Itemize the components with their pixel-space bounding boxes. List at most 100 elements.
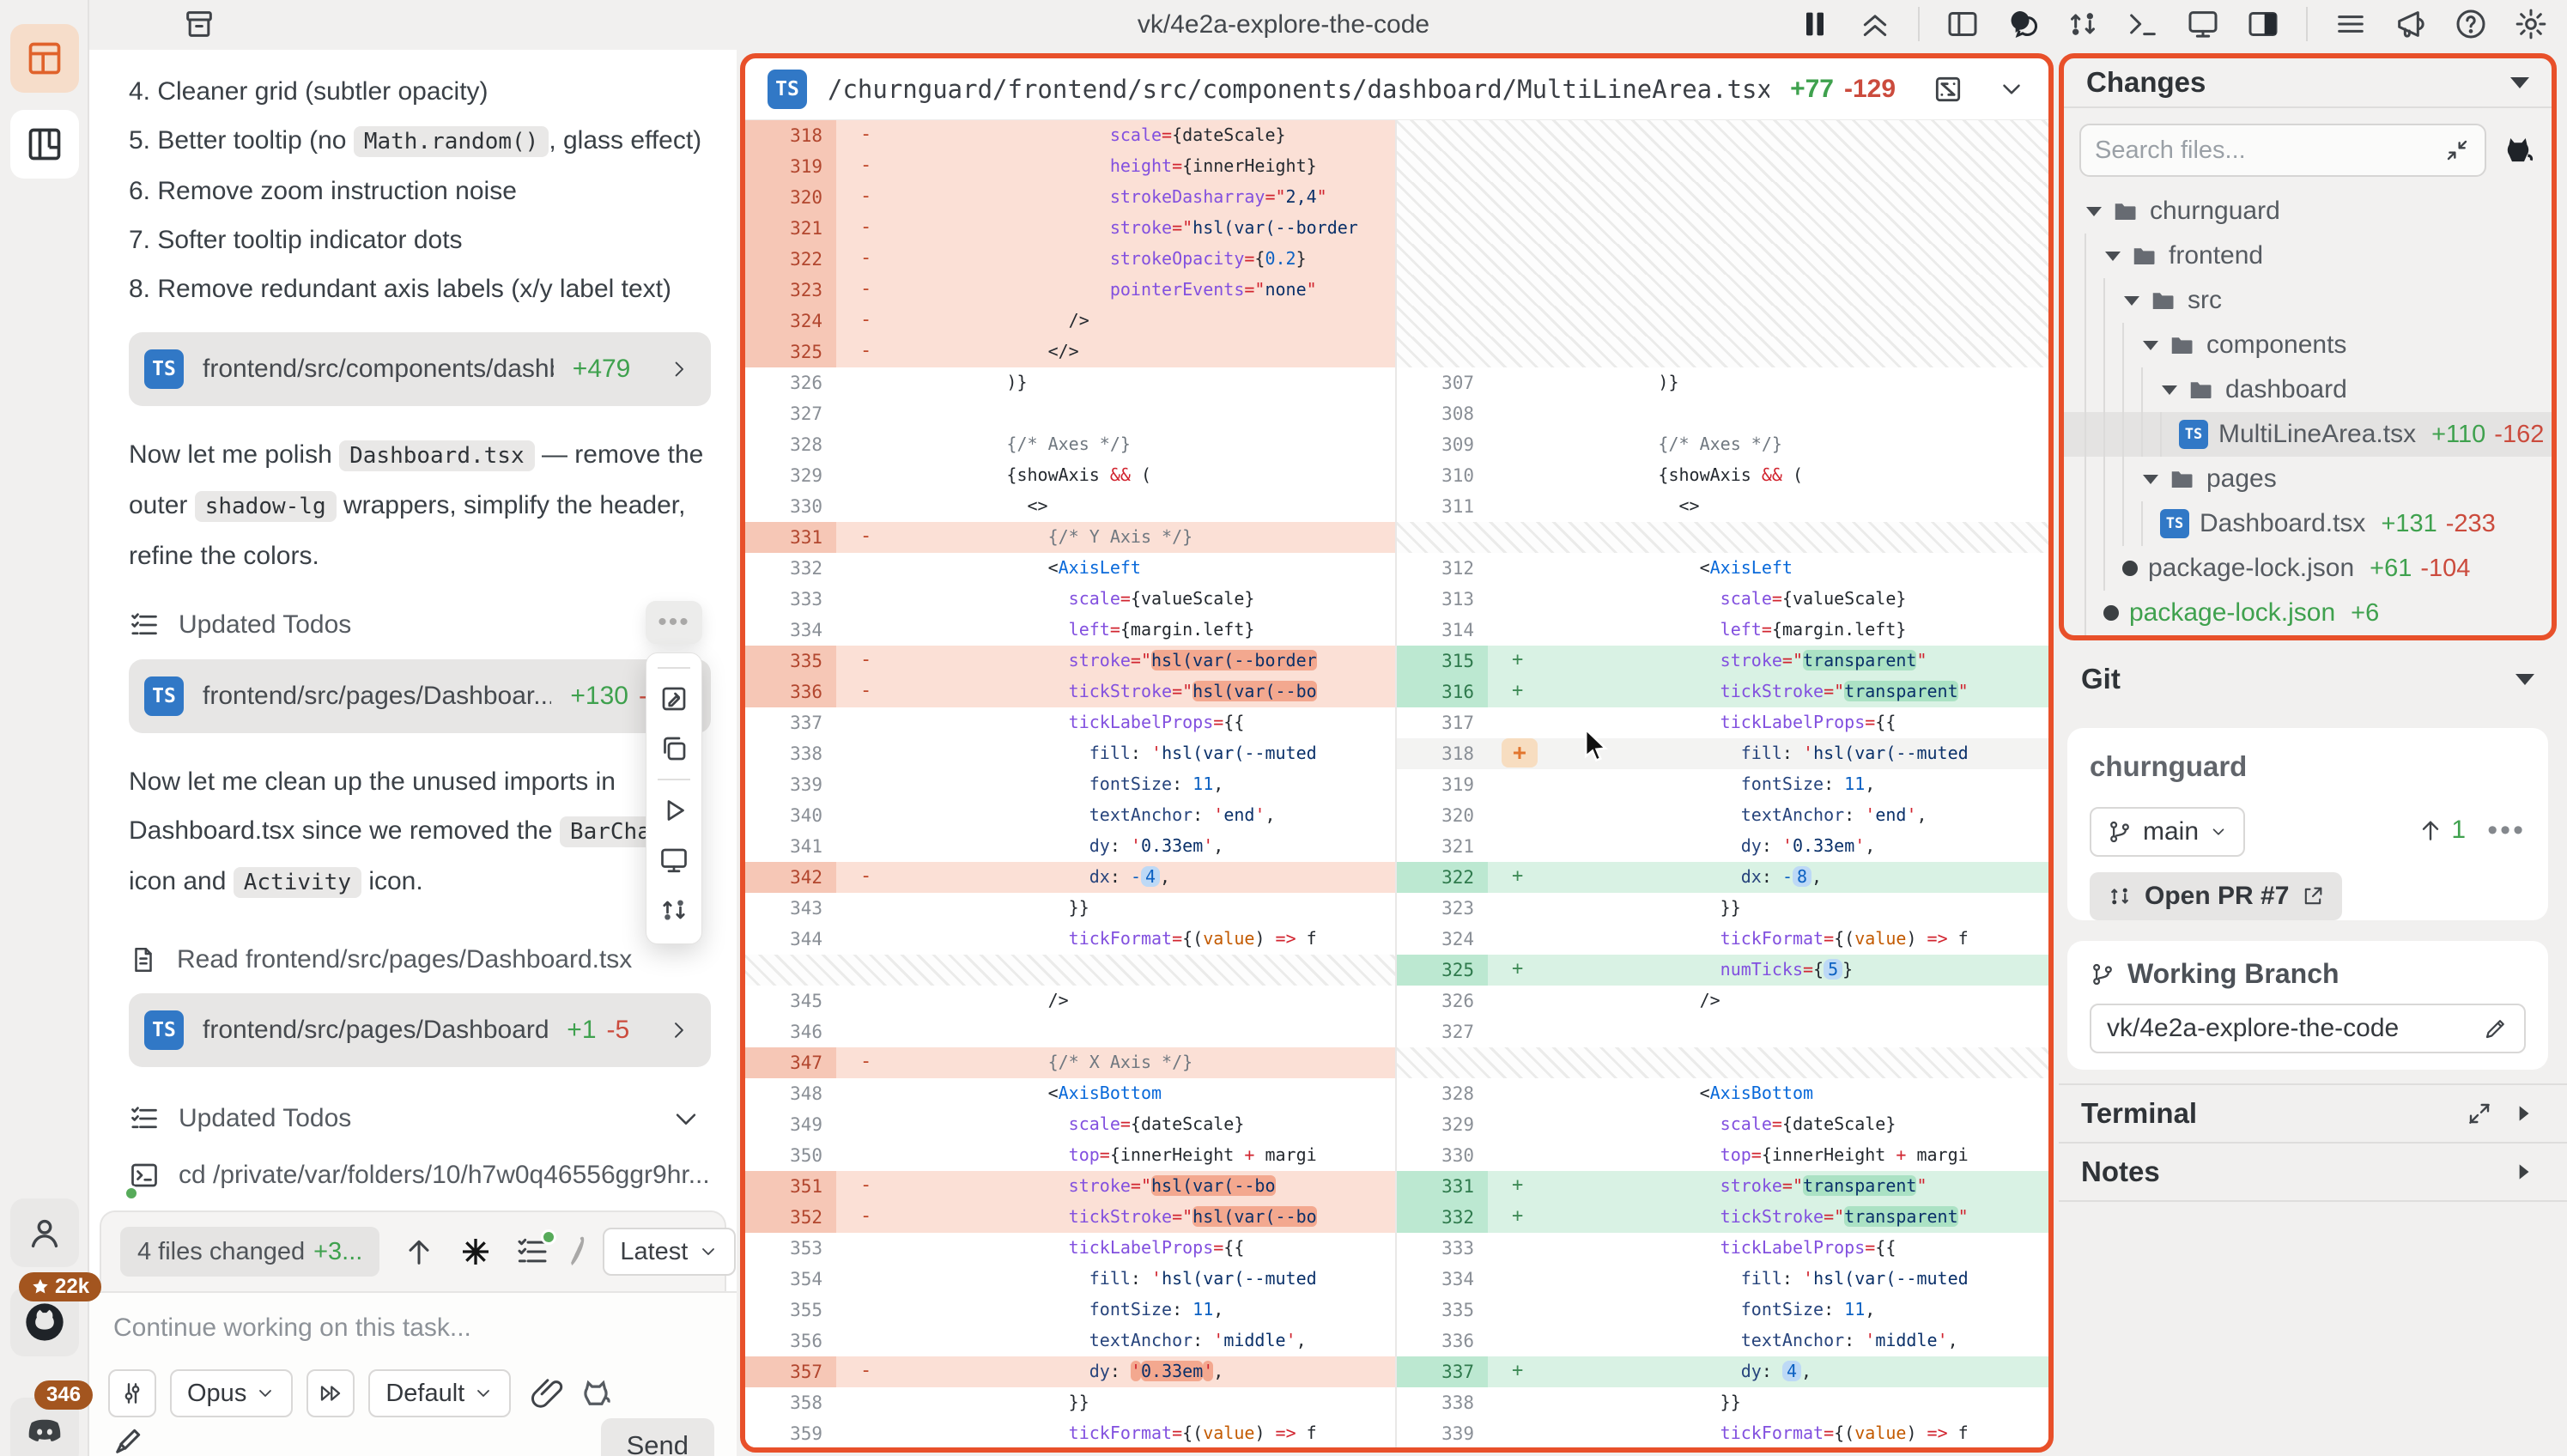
diff-line-right[interactable]: 327 [1397,1016,2048,1047]
cat-icon[interactable] [2500,132,2536,168]
todos-row-2[interactable]: Updated Todos [129,1103,711,1134]
diff-line-left[interactable]: 323- pointerEvents="none" [745,275,1397,306]
tree-item-frontend[interactable]: frontend [2064,234,2552,278]
mode-dropdown[interactable]: Default [368,1369,511,1417]
expand-icon[interactable] [2466,1100,2493,1127]
more-options-button[interactable]: ••• [646,601,702,644]
diff-line-left[interactable]: 338 fill: 'hsl(var(--muted [745,738,1397,769]
diff-line-right[interactable]: 319 fontSize: 11, [1397,769,2048,800]
left-panel-icon[interactable] [1945,7,1980,41]
diff-line-right[interactable]: 321 dy: '0.33em', [1397,831,2048,862]
diff-line-right[interactable] [1397,244,2048,275]
diff-line-right[interactable] [1397,213,2048,244]
diff-line-left[interactable]: 341 dy: '0.33em', [745,831,1397,862]
diff-line-right[interactable]: 328 <AxisBottom [1397,1078,2048,1109]
highlighter-icon[interactable] [112,1423,146,1456]
diff-line-left[interactable]: 349 scale={dateScale} [745,1109,1397,1140]
diff-line-left[interactable]: 336- tickStroke="hsl(var(--bo [745,676,1397,707]
git-header[interactable]: Git [2059,651,2557,707]
diff-line-right[interactable]: 335 fontSize: 11, [1397,1295,2048,1326]
git-compare-icon[interactable] [646,885,702,935]
diff-line-left[interactable]: 351- stroke="hsl(var(--bo [745,1171,1397,1202]
diff-line-right[interactable]: 339 tickFormat={(value) => f [1397,1418,2048,1447]
chevron-down-icon[interactable] [671,1104,701,1133]
diff-line-left[interactable]: 324- /> [745,306,1397,337]
paperclip-icon[interactable] [530,1376,564,1410]
tree-expand-arrow[interactable] [2143,341,2158,350]
diff-line-left[interactable]: 320- strokeDasharray="2,4" [745,182,1397,213]
todos-row-1[interactable]: Updated Todos [129,610,711,640]
pause-icon[interactable] [1798,7,1832,41]
menu-icon[interactable] [2333,7,2368,41]
diff-line-right[interactable] [1397,120,2048,151]
monitor-icon[interactable] [2186,7,2220,41]
diff-line-left[interactable]: 332 <AxisLeft [745,553,1397,584]
tree-item-MultiLineArea.tsx[interactable]: TSMultiLineArea.tsx+110-162 [2064,412,2552,457]
diff-line-left[interactable]: 318- scale={dateScale} [745,120,1397,151]
add-comment-button[interactable]: + [1502,738,1538,767]
diff-line-right[interactable]: 329 scale={dateScale} [1397,1109,2048,1140]
diff-line-right[interactable]: 308 [1397,398,2048,429]
pencil-icon[interactable] [2483,1016,2509,1041]
terminal-command-row[interactable]: cd /private/var/folders/10/h7w0q46556ggr… [129,1160,711,1191]
diff-line-right[interactable]: 324 tickFormat={(value) => f [1397,924,2048,955]
terminal-section[interactable]: Terminal [2059,1085,2557,1142]
tree-expand-arrow[interactable] [2162,385,2177,395]
diff-line-left[interactable]: 335- stroke="hsl(var(--border [745,646,1397,676]
diff-line-right[interactable] [1397,182,2048,213]
collapse-all-icon[interactable] [1858,7,1892,41]
diff-line-right[interactable]: 313 scale={valueScale} [1397,584,2048,615]
settings-sliders-button[interactable] [108,1369,156,1417]
diff-line-left[interactable]: 344 tickFormat={(value) => f [745,924,1397,955]
diff-line-left[interactable]: 347- {/* X Axis */} [745,1047,1397,1078]
copy-icon[interactable] [646,724,702,774]
diff-line-left[interactable]: 350 top={innerHeight + margi [745,1140,1397,1171]
diff-line-left[interactable]: 348 <AxisBottom [745,1078,1397,1109]
diff-line-right[interactable]: 309 {/* Axes */} [1397,429,2048,460]
diff-line-right[interactable]: 326 /> [1397,986,2048,1016]
diff-line-right[interactable]: 323 }} [1397,893,2048,924]
tree-item-pages[interactable]: pages [2064,457,2552,501]
diff-line-left[interactable]: 358 }} [745,1387,1397,1418]
diff-line-right[interactable]: 311 <> [1397,491,2048,522]
diff-line-right[interactable] [1397,275,2048,306]
diff-line-left[interactable]: 340 textAnchor: 'end', [745,800,1397,831]
diff-line-right[interactable]: 330 top={innerHeight + margi [1397,1140,2048,1171]
tree-item-churnguard[interactable]: churnguard [2064,189,2552,234]
diff-line-left[interactable]: 333 scale={valueScale} [745,584,1397,615]
tree-item-Dashboard.tsx[interactable]: TSDashboard.tsx+131-233 [2064,501,2552,546]
section-collapse-icon[interactable] [2515,674,2534,685]
changes-tree[interactable]: churnguardfrontendsrccomponentsdashboard… [2064,189,2552,639]
diff-line-left[interactable]: 346 [745,1016,1397,1047]
diff-line-right[interactable]: 307 )} [1397,367,2048,398]
diff-line-left[interactable]: 355 fontSize: 11, [745,1295,1397,1326]
diff-line-right[interactable]: 316+ tickStroke="transparent" [1397,676,2048,707]
changes-header[interactable]: Changes [2064,58,2552,108]
diff-line-left[interactable] [745,955,1397,986]
diff-line-right[interactable]: 318+ fill: 'hsl(var(--muted [1397,738,2048,769]
play-icon[interactable] [646,786,702,835]
diff-line-left[interactable]: 326 )} [745,367,1397,398]
tree-item-dashboard[interactable]: dashboard [2064,367,2552,412]
tree-item-package-lock.json[interactable]: package-lock.json+61-104 [2064,546,2552,591]
diff-line-left[interactable]: 329 {showAxis && ( [745,460,1397,491]
edit-diff-icon[interactable] [646,674,702,724]
todo-list-icon[interactable] [515,1235,549,1269]
diff-line-left[interactable]: 352- tickStroke="hsl(var(--bo [745,1202,1397,1233]
diff-line-left[interactable]: 330 <> [745,491,1397,522]
files-changed-chip[interactable]: 4 files changed +3... [120,1227,379,1277]
diff-line-left[interactable]: 322- strokeOpacity={0.2} [745,244,1397,275]
open-pr-button[interactable]: Open PR #7 [2090,872,2342,920]
diff-line-left[interactable]: 354 fill: 'hsl(var(--muted [745,1264,1397,1295]
diff-line-left[interactable]: 343 }} [745,893,1397,924]
diff-line-right[interactable]: 333 tickLabelProps={{ [1397,1233,2048,1264]
diff-line-right[interactable]: 331+ stroke="transparent" [1397,1171,2048,1202]
diff-line-left[interactable]: 339 fontSize: 11, [745,769,1397,800]
diff-rows[interactable]: 318- scale={dateScale}319- height={inner… [745,120,2048,1447]
diff-line-left[interactable]: 319- height={innerHeight} [745,151,1397,182]
diff-line-left[interactable]: 331- {/* Y Axis */} [745,522,1397,553]
diff-line-left[interactable]: 359 tickFormat={(value) => f [745,1418,1397,1447]
file-chip-dashboard-2[interactable]: TS frontend/src/pages/Dashboard.tsx +1 -… [129,993,711,1067]
diff-line-right[interactable]: 325+ numTicks={5} [1397,955,2048,986]
tree-item-components[interactable]: components [2064,323,2552,367]
